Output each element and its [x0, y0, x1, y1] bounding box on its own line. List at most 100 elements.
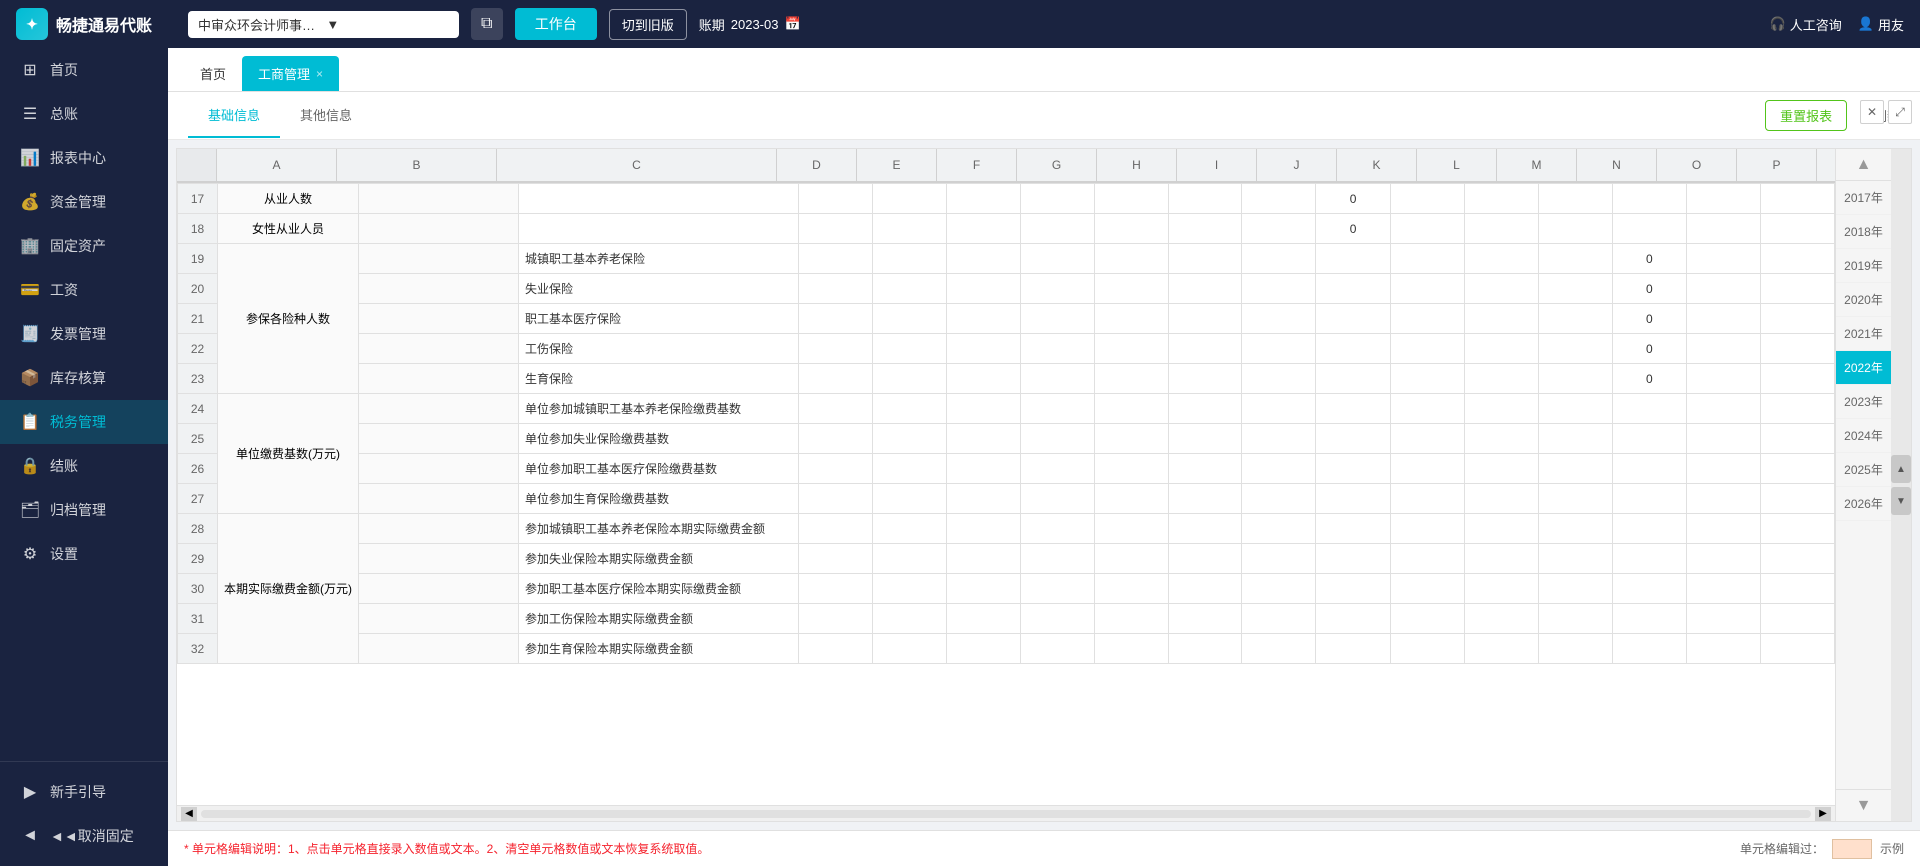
sidebar-item-close[interactable]: 🔒 结账 — [0, 444, 168, 488]
cell-empty[interactable] — [1761, 484, 1835, 514]
cell-empty[interactable] — [946, 244, 1020, 274]
cell-empty[interactable] — [1761, 274, 1835, 304]
cell-empty[interactable] — [1761, 184, 1835, 214]
cell-empty[interactable] — [1242, 544, 1316, 574]
year-item[interactable]: 2023年 — [1836, 385, 1891, 419]
cell-empty[interactable] — [1538, 244, 1612, 274]
cell-empty[interactable] — [1094, 244, 1168, 274]
year-panel-down-button[interactable]: ▼ — [1836, 789, 1891, 821]
cell-empty[interactable] — [799, 214, 873, 244]
cell-empty[interactable] — [1687, 514, 1761, 544]
page-close-button[interactable]: ✕ — [1860, 100, 1884, 124]
cell-o[interactable]: 0 — [1612, 274, 1687, 304]
cell-empty[interactable] — [1390, 544, 1464, 574]
cell-k[interactable] — [1316, 364, 1391, 394]
cell-o[interactable] — [1612, 424, 1687, 454]
cell-empty[interactable] — [1761, 244, 1835, 274]
cell-empty[interactable] — [1464, 394, 1538, 424]
cell-empty[interactable] — [946, 304, 1020, 334]
cell-empty[interactable] — [872, 514, 946, 544]
cell-b[interactable] — [359, 634, 519, 664]
old-version-button[interactable]: 切到旧版 — [609, 9, 687, 40]
cell-empty[interactable] — [1538, 214, 1612, 244]
cell-empty[interactable] — [1687, 424, 1761, 454]
cell-empty[interactable] — [872, 544, 946, 574]
cell-o[interactable] — [1612, 394, 1687, 424]
sidebar-item-wages[interactable]: 💳 工资 — [0, 268, 168, 312]
cell-empty[interactable] — [1020, 424, 1094, 454]
cell-k[interactable] — [1316, 424, 1391, 454]
cell-empty[interactable] — [946, 484, 1020, 514]
sidebar-item-invoice[interactable]: 🧾 发票管理 — [0, 312, 168, 356]
cell-empty[interactable] — [1390, 424, 1464, 454]
cell-empty[interactable] — [1761, 454, 1835, 484]
cell-empty[interactable] — [872, 214, 946, 244]
cell-empty[interactable] — [1168, 184, 1242, 214]
cell-empty[interactable] — [1168, 604, 1242, 634]
cell-empty[interactable] — [1538, 604, 1612, 634]
cell-empty[interactable] — [872, 334, 946, 364]
cell-empty[interactable] — [1464, 634, 1538, 664]
cell-empty[interactable] — [1094, 184, 1168, 214]
cell-empty[interactable] — [1538, 394, 1612, 424]
workbench-button[interactable]: 工作台 — [515, 8, 597, 40]
cell-empty[interactable] — [1242, 574, 1316, 604]
cell-c[interactable]: 生育保险 — [519, 364, 799, 394]
cell-b[interactable] — [359, 364, 519, 394]
cell-b[interactable] — [359, 544, 519, 574]
cell-empty[interactable] — [1538, 334, 1612, 364]
cell-c[interactable]: 城镇职工基本养老保险 — [519, 244, 799, 274]
cell-empty[interactable] — [872, 484, 946, 514]
cell-empty[interactable] — [799, 274, 873, 304]
cell-k[interactable] — [1316, 304, 1391, 334]
cell-empty[interactable] — [1687, 184, 1761, 214]
cell-o[interactable] — [1612, 574, 1687, 604]
cell-empty[interactable] — [799, 484, 873, 514]
cell-empty[interactable] — [1538, 514, 1612, 544]
cell-empty[interactable] — [1168, 544, 1242, 574]
cell-empty[interactable] — [946, 334, 1020, 364]
cell-empty[interactable] — [1020, 574, 1094, 604]
cell-c[interactable]: 单位参加生育保险缴费基数 — [519, 484, 799, 514]
cell-empty[interactable] — [1538, 304, 1612, 334]
year-item[interactable]: 2022年 — [1836, 351, 1891, 385]
cell-empty[interactable] — [1390, 514, 1464, 544]
cell-empty[interactable] — [1168, 574, 1242, 604]
user-menu[interactable]: 👤 用友 — [1858, 15, 1904, 34]
cell-b[interactable] — [359, 424, 519, 454]
cell-o[interactable] — [1612, 604, 1687, 634]
copy-icon-btn[interactable]: ⧉ — [471, 8, 503, 40]
cell-empty[interactable] — [1538, 544, 1612, 574]
reset-report-button[interactable]: 重置报表 — [1765, 100, 1847, 131]
cell-empty[interactable] — [1390, 604, 1464, 634]
cell-empty[interactable] — [1094, 604, 1168, 634]
cell-empty[interactable] — [1020, 394, 1094, 424]
year-item[interactable]: 2018年 — [1836, 215, 1891, 249]
year-item[interactable]: 2024年 — [1836, 419, 1891, 453]
cell-empty[interactable] — [1687, 244, 1761, 274]
cell-b[interactable] — [359, 394, 519, 424]
cell-empty[interactable] — [1464, 244, 1538, 274]
cell-c[interactable]: 参加职工基本医疗保险本期实际缴费金额 — [519, 574, 799, 604]
cell-c[interactable]: 参加失业保险本期实际缴费金额 — [519, 544, 799, 574]
cell-empty[interactable] — [1242, 304, 1316, 334]
cell-empty[interactable] — [799, 304, 873, 334]
cell-empty[interactable] — [1464, 424, 1538, 454]
cell-empty[interactable] — [1538, 184, 1612, 214]
cell-empty[interactable] — [1390, 274, 1464, 304]
cell-empty[interactable] — [799, 574, 873, 604]
ai-consult[interactable]: 🎧 人工咨询 — [1770, 15, 1842, 34]
cell-empty[interactable] — [1242, 424, 1316, 454]
cell-empty[interactable] — [1094, 484, 1168, 514]
cell-k[interactable]: 0 — [1316, 184, 1391, 214]
cell-empty[interactable] — [799, 514, 873, 544]
cell-empty[interactable] — [1761, 304, 1835, 334]
cell-empty[interactable] — [1094, 214, 1168, 244]
cell-empty[interactable] — [1390, 484, 1464, 514]
cell-empty[interactable] — [1538, 454, 1612, 484]
cell-empty[interactable] — [1390, 454, 1464, 484]
cell-empty[interactable] — [1168, 214, 1242, 244]
cell-empty[interactable] — [1390, 244, 1464, 274]
year-item[interactable]: 2021年 — [1836, 317, 1891, 351]
cell-c[interactable]: 单位参加职工基本医疗保险缴费基数 — [519, 454, 799, 484]
